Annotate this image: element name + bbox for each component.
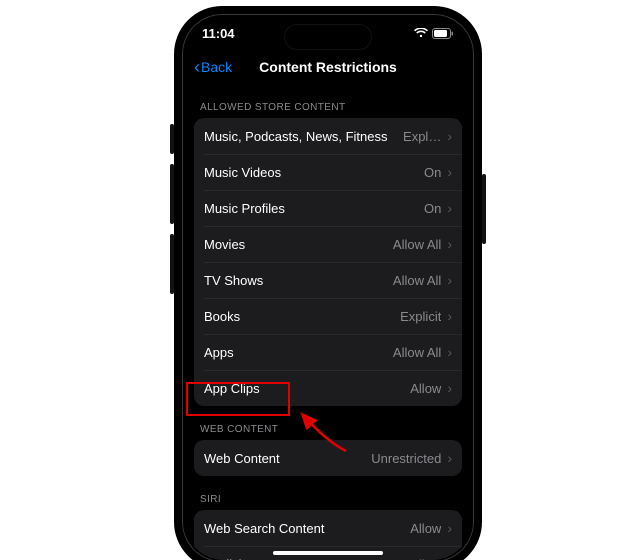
row-books[interactable]: Books Explicit › bbox=[194, 298, 462, 334]
row-apps[interactable]: Apps Allow All › bbox=[194, 334, 462, 370]
chevron-right-icon: › bbox=[447, 521, 452, 535]
chevron-right-icon: › bbox=[447, 381, 452, 395]
row-music-profiles[interactable]: Music Profiles On › bbox=[194, 190, 462, 226]
group-allowed-store: Music, Podcasts, News, Fitness Expl… › M… bbox=[194, 118, 462, 406]
wifi-icon bbox=[414, 28, 428, 38]
dynamic-island bbox=[284, 24, 372, 50]
row-music-videos[interactable]: Music Videos On › bbox=[194, 154, 462, 190]
chevron-right-icon: › bbox=[447, 165, 452, 179]
row-web-search-content[interactable]: Web Search Content Allow › bbox=[194, 510, 462, 546]
section-header-allowed: ALLOWED STORE CONTENT bbox=[194, 84, 462, 118]
section-header-web: WEB CONTENT bbox=[194, 406, 462, 440]
row-music-podcasts[interactable]: Music, Podcasts, News, Fitness Expl… › bbox=[194, 118, 462, 154]
chevron-right-icon: › bbox=[447, 451, 452, 465]
chevron-right-icon: › bbox=[447, 273, 452, 287]
row-movies[interactable]: Movies Allow All › bbox=[194, 226, 462, 262]
chevron-right-icon: › bbox=[447, 345, 452, 359]
row-app-clips[interactable]: App Clips Allow › bbox=[194, 370, 462, 406]
chevron-right-icon: › bbox=[447, 237, 452, 251]
phone-frame: 11:04 ‹ Back Content Restrictions bbox=[174, 6, 482, 560]
back-button[interactable]: ‹ Back bbox=[194, 58, 232, 76]
battery-icon bbox=[432, 28, 454, 39]
home-indicator[interactable] bbox=[273, 551, 383, 555]
section-header-siri: SIRI bbox=[194, 476, 462, 510]
row-tv-shows[interactable]: TV Shows Allow All › bbox=[194, 262, 462, 298]
group-web-content: Web Content Unrestricted › bbox=[194, 440, 462, 476]
back-label: Back bbox=[201, 59, 232, 75]
chevron-left-icon: ‹ bbox=[194, 58, 200, 76]
chevron-right-icon: › bbox=[447, 129, 452, 143]
row-web-content[interactable]: Web Content Unrestricted › bbox=[194, 440, 462, 476]
chevron-right-icon: › bbox=[447, 309, 452, 323]
nav-bar: ‹ Back Content Restrictions bbox=[184, 50, 472, 84]
chevron-right-icon: › bbox=[447, 201, 452, 215]
screen: 11:04 ‹ Back Content Restrictions bbox=[184, 16, 472, 560]
status-time: 11:04 bbox=[202, 26, 235, 41]
